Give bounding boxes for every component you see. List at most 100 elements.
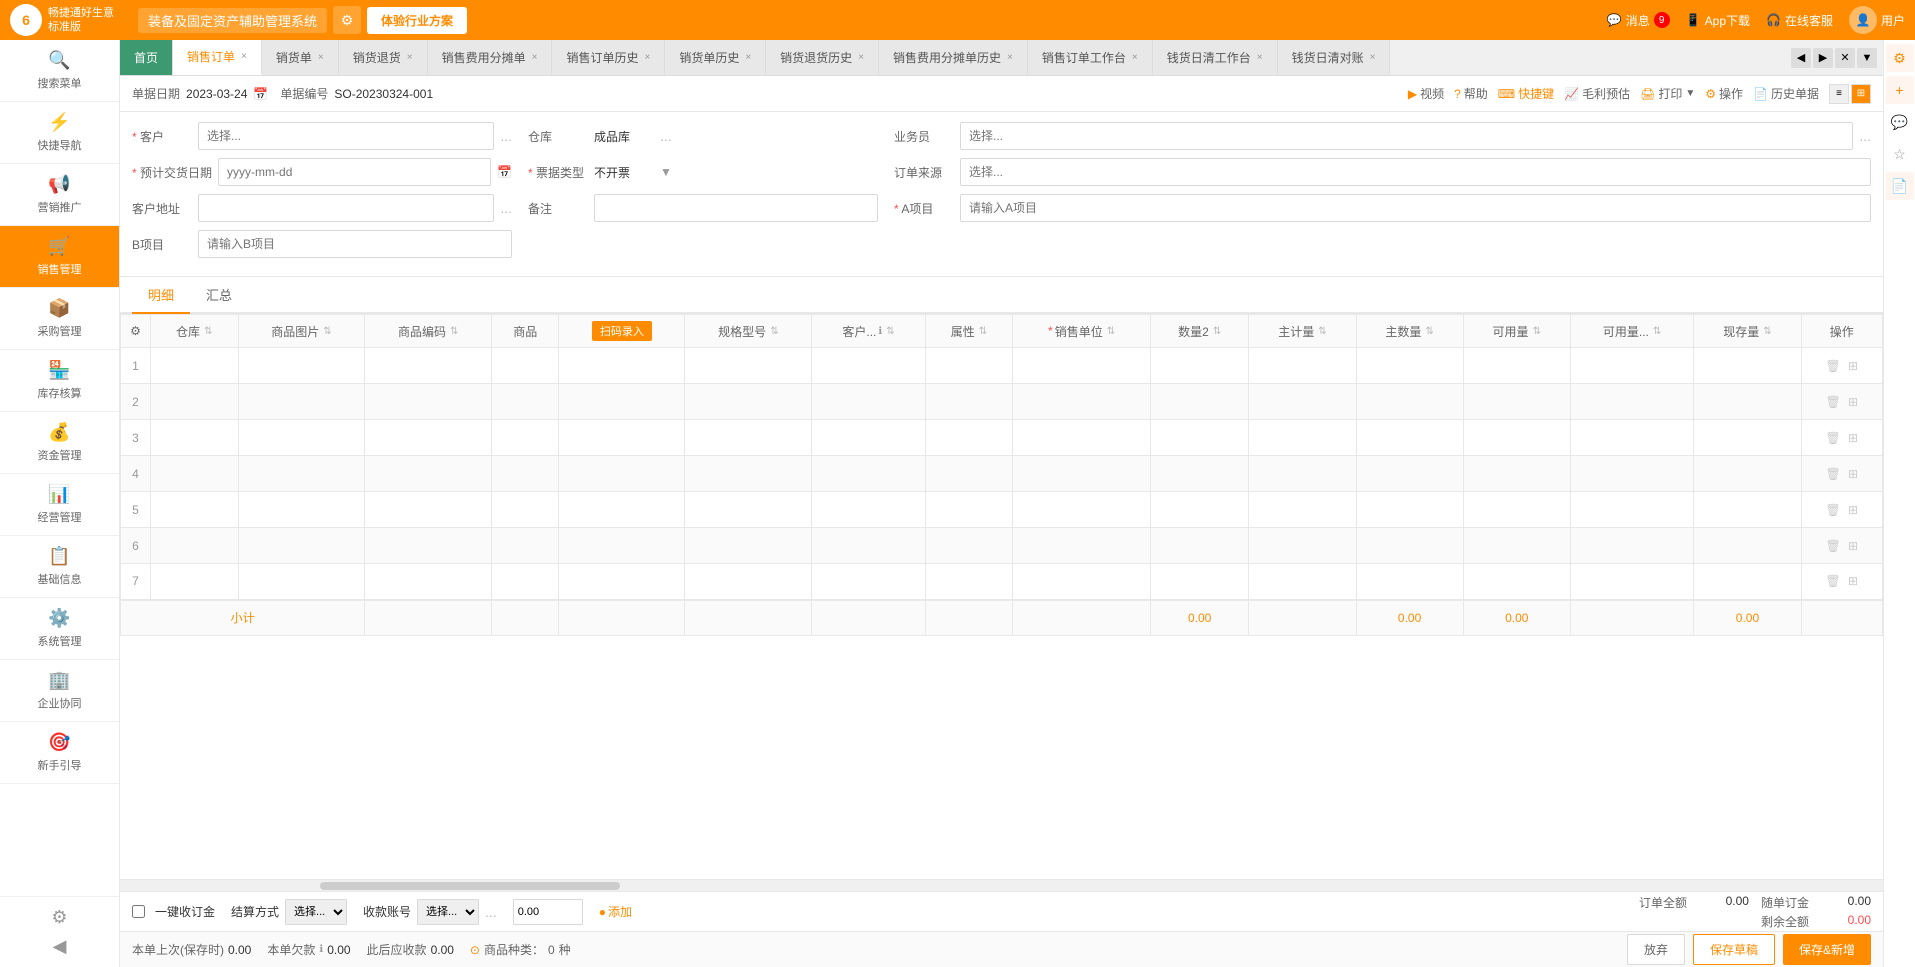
sort-available-qty-icon[interactable]: ⇅ [1533, 326, 1541, 337]
tab-prev-btn[interactable]: ◀ [1791, 48, 1811, 68]
row-7-product[interactable] [492, 564, 559, 600]
sort-available-qty2-icon[interactable]: ⇅ [1653, 326, 1661, 337]
sidebar-collapse-icon[interactable]: ◀ [53, 936, 67, 957]
row-5-spec[interactable] [685, 492, 812, 528]
row-7-customer-code[interactable] [812, 564, 925, 600]
th-product[interactable]: 商品 [492, 315, 559, 348]
row-3-customer-code[interactable] [812, 420, 925, 456]
row-2-available-qty[interactable] [1463, 384, 1570, 420]
th-available-qty2[interactable]: 可用量... ⇅ [1570, 315, 1694, 348]
right-panel-lock-icon[interactable]: + [1886, 76, 1914, 104]
row-7-available-qty[interactable] [1463, 564, 1570, 600]
th-customer-code[interactable]: 客户... ℹ ⇅ [812, 315, 925, 348]
toolbar-help-btn[interactable]: ? 帮助 [1454, 85, 1488, 102]
row-1-spec[interactable] [685, 348, 812, 384]
row-3-quantity2[interactable] [1150, 420, 1248, 456]
current-amount-info-icon[interactable]: ℹ [319, 944, 323, 955]
th-main-qty[interactable]: 主数量 ⇅ [1356, 315, 1463, 348]
salesperson-dots-btn[interactable]: ... [1859, 128, 1871, 144]
row-5-quantity2[interactable] [1150, 492, 1248, 528]
row-2-stock-qty[interactable] [1694, 384, 1801, 420]
th-warehouse[interactable]: 仓库 ⇅ [151, 315, 239, 348]
row-4-available-qty[interactable] [1463, 456, 1570, 492]
row-2-product-img[interactable] [238, 384, 365, 420]
customer-dots-btn[interactable]: ... [500, 128, 512, 144]
row-1-available-qty2[interactable] [1570, 348, 1694, 384]
row-4-product-code[interactable] [365, 456, 492, 492]
row-6-delete-icon[interactable]: 🗑 [1825, 539, 1840, 553]
row-5-main-qty[interactable] [1356, 492, 1463, 528]
row-3-properties[interactable] [925, 420, 1013, 456]
row-5-product-img[interactable] [238, 492, 365, 528]
row-2-main-unit[interactable] [1249, 384, 1356, 420]
tab-close-sales-order-workbench[interactable]: × [1132, 52, 1138, 63]
sort-quantity2-icon[interactable]: ⇅ [1213, 326, 1221, 337]
one-key-payment-checkbox[interactable] [132, 905, 145, 918]
tab-sales-fee-split-history[interactable]: 销售费用分摊单历史 × [879, 40, 1028, 75]
row-4-sales-unit[interactable] [1013, 456, 1151, 492]
row-1-quantity2[interactable] [1150, 348, 1248, 384]
th-spec[interactable]: 规格型号 ⇅ [685, 315, 812, 348]
row-3-available-qty2[interactable] [1570, 420, 1694, 456]
row-4-stock-qty[interactable] [1694, 456, 1801, 492]
row-3-product-code[interactable] [365, 420, 492, 456]
customer-address-dots-btn[interactable]: ... [500, 200, 512, 216]
row-5-product[interactable] [492, 492, 559, 528]
sort-spec-icon[interactable]: ⇅ [770, 326, 778, 337]
tab-sales-refund-delivery[interactable]: 销货退货 × [339, 40, 428, 75]
row-5-product-code[interactable] [365, 492, 492, 528]
row-2-product[interactable] [492, 384, 559, 420]
row-6-available-qty2[interactable] [1570, 528, 1694, 564]
row-7-spec[interactable] [685, 564, 812, 600]
b-project-input[interactable] [198, 230, 512, 258]
row-2-delete-icon[interactable]: 🗑 [1825, 395, 1840, 409]
tab-cash-daily-workbench[interactable]: 钱货日清工作台 × [1153, 40, 1278, 75]
customer-code-info-icon[interactable]: ℹ [878, 326, 882, 337]
table-scrollbar[interactable] [120, 879, 1883, 891]
scroll-thumb[interactable] [320, 882, 620, 890]
th-available-qty[interactable]: 可用量 ⇅ [1463, 315, 1570, 348]
right-panel-star-icon[interactable]: ☆ [1886, 140, 1914, 168]
row-1-stock-qty[interactable] [1694, 348, 1801, 384]
sidebar-item-purchase[interactable]: 📦 采购管理 [0, 288, 119, 350]
row-7-sales-unit[interactable] [1013, 564, 1151, 600]
customer-input[interactable] [198, 122, 494, 150]
warehouse-dots-btn[interactable]: ... [660, 128, 672, 144]
row-7-product-img[interactable] [238, 564, 365, 600]
tab-close-sales-refund-delivery[interactable]: × [407, 52, 413, 63]
sidebar-item-basicinfo[interactable]: 📋 基础信息 [0, 536, 119, 598]
row-6-main-qty[interactable] [1356, 528, 1463, 564]
toolbar-history-btn[interactable]: 📄 历史单据 [1753, 85, 1819, 102]
row-6-main-unit[interactable] [1249, 528, 1356, 564]
row-3-spec[interactable] [685, 420, 812, 456]
online-support-item[interactable]: 🎧 在线客服 [1766, 12, 1833, 29]
row-2-customer-code[interactable] [812, 384, 925, 420]
amount-input[interactable] [513, 899, 583, 925]
row-7-available-qty2[interactable] [1570, 564, 1694, 600]
row-4-main-unit[interactable] [1249, 456, 1356, 492]
sidebar-item-sales[interactable]: 🛒 销售管理 [0, 226, 119, 288]
th-product-code[interactable]: 商品编码 ⇅ [365, 315, 492, 348]
row-3-warehouse[interactable] [151, 420, 239, 456]
toolbar-operations-btn[interactable]: ⚙ 操作 [1705, 85, 1743, 102]
row-1-product-code[interactable] [365, 348, 492, 384]
toolbar-profit-btn[interactable]: 📈 毛利预估 [1564, 85, 1630, 102]
row-6-properties[interactable] [925, 528, 1013, 564]
tab-detail[interactable]: 明细 [132, 277, 190, 314]
goods-count-icon[interactable]: ⊙ [470, 943, 480, 957]
row-4-available-qty2[interactable] [1570, 456, 1694, 492]
row-2-main-qty[interactable] [1356, 384, 1463, 420]
row-3-product-img[interactable] [238, 420, 365, 456]
sort-sales-unit-icon[interactable]: ⇅ [1107, 326, 1115, 337]
sidebar-settings-icon[interactable]: ⚙ [51, 907, 67, 928]
row-6-product[interactable] [492, 528, 559, 564]
row-2-spec[interactable] [685, 384, 812, 420]
tab-cash-daily-reconcile[interactable]: 钱货日清对账 × [1278, 40, 1391, 75]
row-4-product-img[interactable] [238, 456, 365, 492]
th-product-img[interactable]: 商品图片 ⇅ [238, 315, 365, 348]
row-6-product-code[interactable] [365, 528, 492, 564]
row-3-copy-icon[interactable]: ⊞ [1848, 431, 1858, 445]
row-1-delete-icon[interactable]: 🗑 [1825, 359, 1840, 373]
row-4-product[interactable] [492, 456, 559, 492]
row-5-available-qty[interactable] [1463, 492, 1570, 528]
